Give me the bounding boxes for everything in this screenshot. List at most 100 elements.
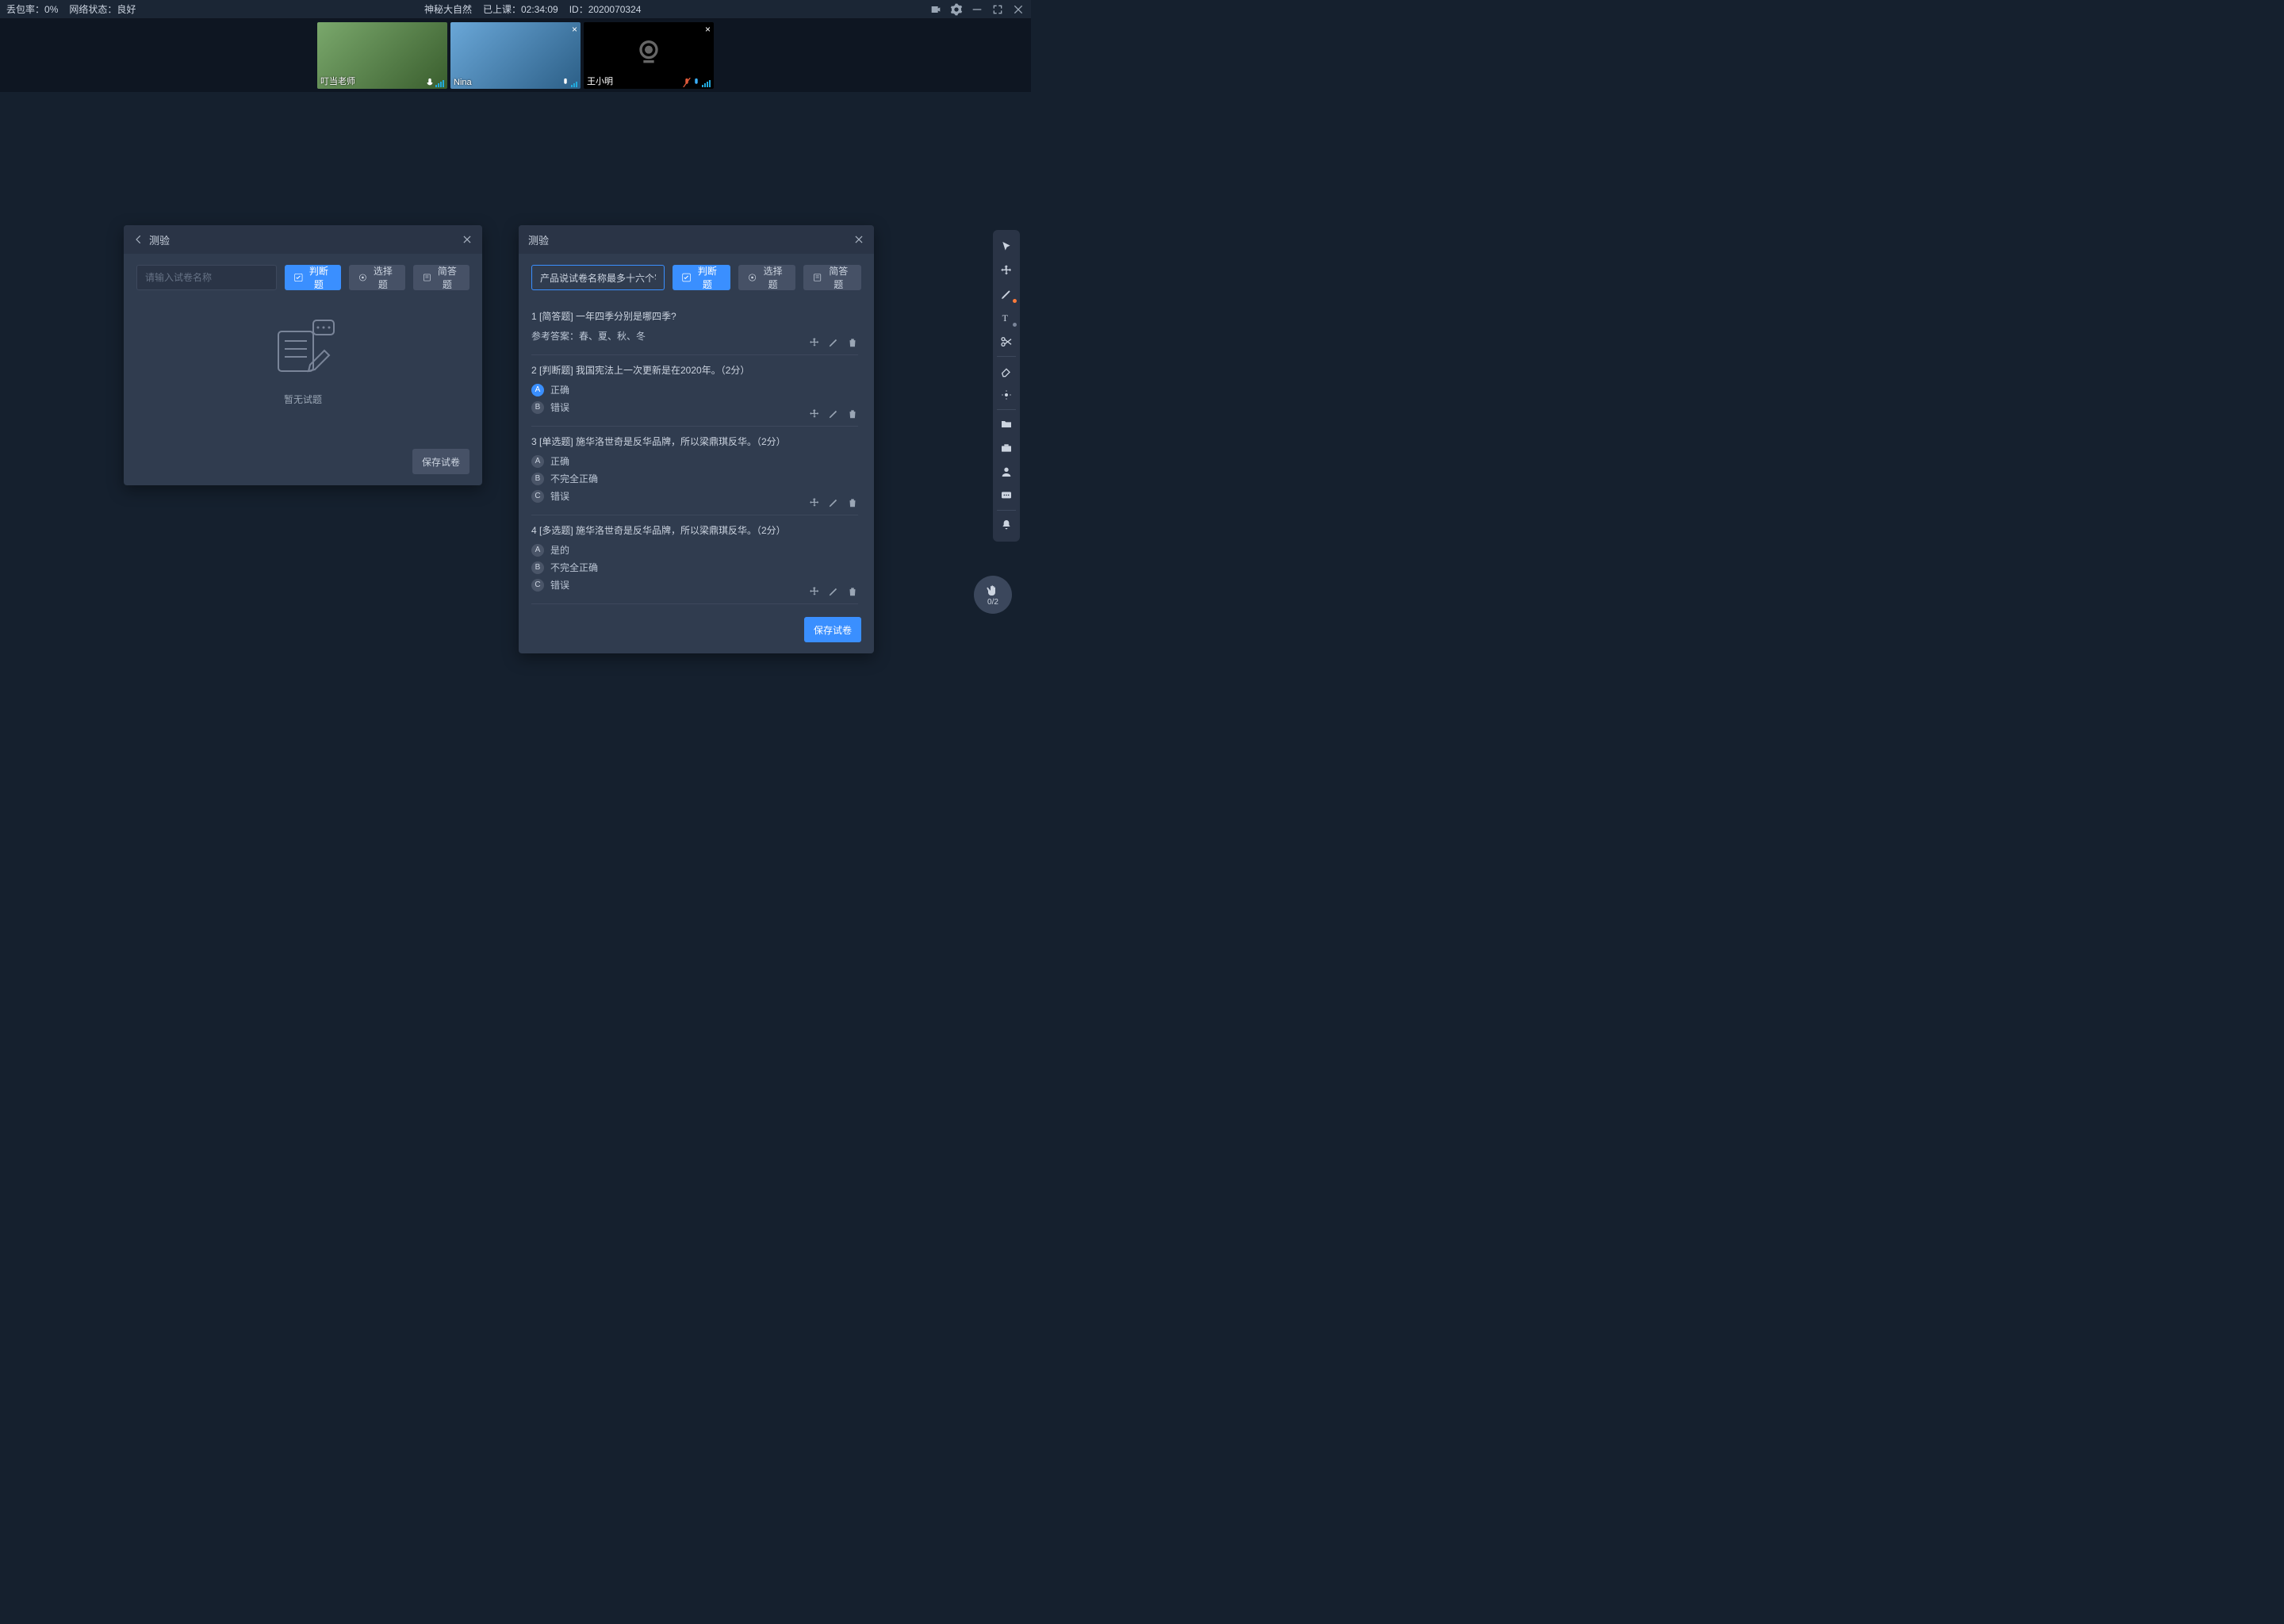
user-tool-icon[interactable] xyxy=(993,460,1020,484)
video-name-label: Nina xyxy=(454,78,472,87)
pen-tool-icon[interactable] xyxy=(993,282,1020,306)
topbar: 丢包率：0% 网络状态：良好 神秘大自然 已上课：02:34:09 ID：202… xyxy=(0,0,1031,19)
edit-icon[interactable] xyxy=(828,497,839,508)
video-row: 叮当老师 × Nina × 王小明 xyxy=(0,19,1031,92)
camera-off-icon xyxy=(633,36,665,68)
scissors-tool-icon[interactable] xyxy=(993,330,1020,354)
option-badge: B xyxy=(531,401,544,414)
close-icon[interactable] xyxy=(853,234,864,245)
question-title: 1 [简答题] 一年四季分别是哪四季? xyxy=(531,309,858,323)
question-option[interactable]: A正确 xyxy=(531,454,858,468)
move-icon[interactable] xyxy=(809,586,820,597)
brightness-tool-icon[interactable] xyxy=(993,383,1020,407)
mic-icon xyxy=(426,78,434,87)
close-icon[interactable] xyxy=(462,234,473,245)
add-choice-button[interactable]: 选择题 xyxy=(738,265,796,290)
room-id: ID：2020070324 xyxy=(569,2,642,16)
quiz-name-input[interactable] xyxy=(531,265,665,290)
option-badge: A xyxy=(531,455,544,468)
edit-icon[interactable] xyxy=(828,586,839,597)
add-judge-button[interactable]: 判断题 xyxy=(673,265,730,290)
option-badge: A xyxy=(531,544,544,557)
network-status: 网络状态：良好 xyxy=(69,2,136,16)
question-actions xyxy=(809,586,858,597)
close-icon[interactable] xyxy=(1012,3,1025,16)
back-icon[interactable] xyxy=(133,234,144,245)
toolbox-tool-icon[interactable] xyxy=(993,436,1020,460)
edit-icon[interactable] xyxy=(828,337,839,348)
empty-quiz-icon xyxy=(267,317,339,381)
mic-muted-icon xyxy=(683,78,691,87)
question-option[interactable]: B不完全正确 xyxy=(531,561,858,574)
save-quiz-button[interactable]: 保存试卷 xyxy=(804,617,861,642)
panel-title: 测验 xyxy=(149,232,462,247)
video-name-label: 王小明 xyxy=(587,75,613,87)
svg-text:T: T xyxy=(1002,312,1009,324)
add-short-button[interactable]: 简答题 xyxy=(803,265,861,290)
hand-icon xyxy=(986,584,1000,598)
empty-text: 暂无试题 xyxy=(136,393,469,406)
signal-icon xyxy=(435,80,444,87)
packet-loss: 丢包率：0% xyxy=(6,2,58,16)
empty-state: 暂无试题 xyxy=(136,301,469,430)
add-judge-button[interactable]: 判断题 xyxy=(285,265,341,290)
question-title: 3 [单选题] 施华洛世奇是反华品牌，所以梁鼎琪反华。（2分） xyxy=(531,435,858,448)
chat-tool-icon[interactable] xyxy=(993,484,1020,508)
pointer-tool-icon[interactable] xyxy=(993,235,1020,259)
video-tile[interactable]: × Nina xyxy=(450,22,581,89)
quiz-panel-empty: 测验 判断题 选择题 简答题 暂无试题 保存试卷 xyxy=(124,225,482,485)
delete-icon[interactable] xyxy=(847,586,858,597)
question-option[interactable]: A正确 xyxy=(531,383,858,396)
signal-icon xyxy=(702,80,711,87)
minimize-icon[interactable] xyxy=(971,3,983,16)
delete-icon[interactable] xyxy=(847,337,858,348)
question-block: 2 [判断题] 我国宪法上一次更新是在2020年。（2分）A正确B错误 xyxy=(531,355,858,427)
move-icon[interactable] xyxy=(809,497,820,508)
question-actions xyxy=(809,337,858,348)
elapsed-time: 已上课：02:34:09 xyxy=(483,2,558,16)
question-block: 1 [简答题] 一年四季分别是哪四季?参考答案：春、夏、秋、冬 xyxy=(531,301,858,355)
side-toolbar: T xyxy=(993,230,1020,542)
text-tool-icon[interactable]: T xyxy=(993,306,1020,330)
fullscreen-icon[interactable] xyxy=(991,3,1004,16)
panel-title: 测验 xyxy=(528,232,853,247)
question-actions xyxy=(809,408,858,419)
add-short-button[interactable]: 简答题 xyxy=(413,265,469,290)
edit-icon[interactable] xyxy=(828,408,839,419)
question-title: 2 [判断题] 我国宪法上一次更新是在2020年。（2分） xyxy=(531,363,858,377)
move-icon[interactable] xyxy=(809,408,820,419)
quiz-name-input[interactable] xyxy=(136,265,277,290)
option-badge: C xyxy=(531,579,544,592)
option-badge: C xyxy=(531,490,544,503)
folder-tool-icon[interactable] xyxy=(993,412,1020,436)
question-list: 1 [简答题] 一年四季分别是哪四季?参考答案：春、夏、秋、冬 2 [判断题] … xyxy=(531,301,861,604)
video-close-icon[interactable]: × xyxy=(705,24,711,35)
move-tool-icon[interactable] xyxy=(993,259,1020,282)
raise-hand-button[interactable]: 0/2 xyxy=(974,576,1012,614)
delete-icon[interactable] xyxy=(847,408,858,419)
video-tile-host[interactable]: 叮当老师 xyxy=(317,22,447,89)
question-actions xyxy=(809,497,858,508)
settings-icon[interactable] xyxy=(950,3,963,16)
bell-tool-icon[interactable] xyxy=(993,513,1020,537)
option-badge: B xyxy=(531,561,544,574)
add-choice-button[interactable]: 选择题 xyxy=(349,265,405,290)
question-option[interactable]: A是的 xyxy=(531,543,858,557)
quiz-panel-list: 测验 判断题 选择题 简答题 1 [简答题] 一年四季分别是哪四季?参考答案：春… xyxy=(519,225,874,653)
video-tile-camera-off[interactable]: × 王小明 xyxy=(584,22,714,89)
mic-icon xyxy=(692,78,700,87)
option-badge: B xyxy=(531,473,544,485)
question-option[interactable]: B不完全正确 xyxy=(531,472,858,485)
course-name: 神秘大自然 xyxy=(424,2,472,16)
eraser-tool-icon[interactable] xyxy=(993,359,1020,383)
video-name-label: 叮当老师 xyxy=(320,75,355,87)
camera-toggle-icon[interactable] xyxy=(929,3,942,16)
move-icon[interactable] xyxy=(809,337,820,348)
save-quiz-button[interactable]: 保存试卷 xyxy=(412,449,469,474)
mic-icon xyxy=(561,78,569,87)
delete-icon[interactable] xyxy=(847,497,858,508)
question-block: 3 [单选题] 施华洛世奇是反华品牌，所以梁鼎琪反华。（2分） A正确 B不完全正确… xyxy=(531,427,858,515)
hand-count-label: 0/2 xyxy=(987,598,998,607)
question-title: 4 [多选题] 施华洛世奇是反华品牌，所以梁鼎琪反华。（2分） xyxy=(531,523,858,537)
video-close-icon[interactable]: × xyxy=(572,24,577,35)
